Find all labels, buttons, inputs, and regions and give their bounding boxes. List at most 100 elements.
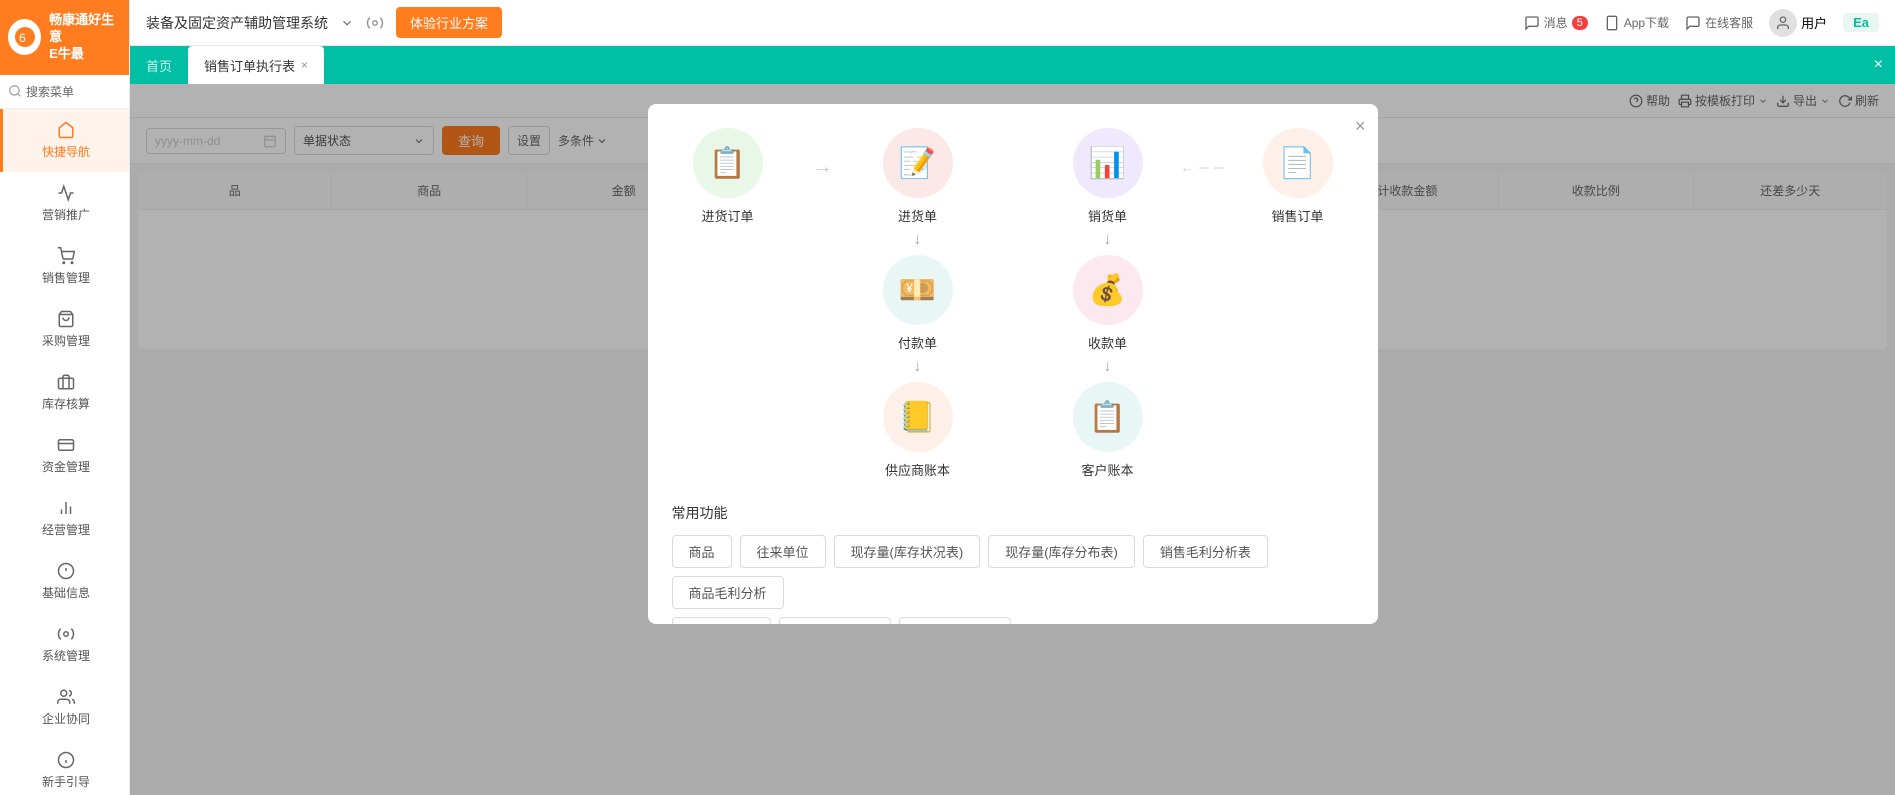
arrow-down-receipt: ↓: [1104, 231, 1112, 249]
supplier-ledger-icon: 📒: [883, 382, 953, 452]
sidebar-item-quick-nav[interactable]: 快捷导航: [0, 109, 129, 172]
user-badge: Ea: [1843, 13, 1879, 32]
func-buttons-row1: 商品 往来单位 现存量(库存状况表) 现存量(库存分布表) 销售毛利分析表 商品…: [672, 535, 1354, 609]
modal-overlay[interactable]: × 📋 进货订单 →: [130, 84, 1895, 795]
flow-receipt[interactable]: 💰 收款单: [1073, 255, 1143, 352]
sidebar-item-basic[interactable]: 基础信息: [0, 550, 129, 613]
purchase-bill-label: 进货单: [898, 206, 937, 225]
main-content: 装备及固定资产辅助管理系统 体验行业方案 消息 5 App下载 在线客服: [130, 0, 1895, 795]
online-service-label: 在线客服: [1705, 14, 1753, 31]
online-service-btn[interactable]: 在线客服: [1685, 14, 1753, 31]
customer-ledger-icon: 📋: [1073, 382, 1143, 452]
tab-close-all[interactable]: ×: [1862, 56, 1895, 74]
sidebar-item-cooperation[interactable]: 企业协同: [0, 676, 129, 739]
message-btn[interactable]: 消息 5: [1524, 14, 1588, 31]
common-functions: 常用功能 商品 往来单位 现存量(库存状况表) 现存量(库存分布表) 销售毛利分…: [672, 503, 1354, 624]
search-label: 搜索菜单: [26, 83, 74, 100]
app-header: 装备及固定资产辅助管理系统 体验行业方案 消息 5 App下载 在线客服: [130, 0, 1895, 46]
app-download-label: App下载: [1624, 14, 1669, 31]
flow-sale-bill[interactable]: 📊 销货单: [1073, 128, 1143, 225]
sidebar-item-finance[interactable]: 资金管理: [0, 424, 129, 487]
avatar: [1769, 9, 1797, 37]
func-btn-sale-rank[interactable]: 销售排行榜: [672, 617, 771, 624]
logo-icon: 6: [8, 19, 41, 55]
sidebar-item-label: 企业协同: [42, 710, 90, 727]
func-buttons-row2: 销售排行榜 收款情况统计 付款情况统计: [672, 617, 1354, 624]
sidebar-item-operations[interactable]: 经营管理: [0, 487, 129, 550]
sidebar-item-label: 新手引导: [42, 773, 90, 790]
func-btn-stock-dist[interactable]: 现存量(库存分布表): [988, 535, 1135, 568]
tab-close-icon[interactable]: ×: [301, 58, 308, 72]
system-dropdown[interactable]: [340, 16, 354, 30]
user-label: 用户: [1801, 13, 1827, 32]
arrow-down-customer: ↓: [1104, 358, 1112, 376]
sidebar-item-sales[interactable]: 销售管理: [0, 235, 129, 298]
sale-bill-label: 销货单: [1088, 206, 1127, 225]
sale-bill-icon: 📊: [1073, 128, 1143, 198]
arrow-down-payment: ↓: [914, 231, 922, 249]
sidebar-item-label: 基础信息: [42, 584, 90, 601]
quick-nav-modal: × 📋 进货订单 →: [648, 104, 1378, 624]
supplier-ledger-label: 供应商账本: [885, 460, 950, 479]
modal-close-btn[interactable]: ×: [1355, 116, 1366, 137]
settings-icon[interactable]: [366, 14, 384, 32]
sidebar-item-inventory[interactable]: 库存核算: [0, 361, 129, 424]
func-btn-stock-status[interactable]: 现存量(库存状况表): [834, 535, 981, 568]
func-btn-sale-profit[interactable]: 销售毛利分析表: [1143, 535, 1268, 568]
flow-customer-ledger[interactable]: 📋 客户账本: [1073, 382, 1143, 479]
customer-ledger-label: 客户账本: [1081, 460, 1133, 479]
try-btn[interactable]: 体验行业方案: [396, 7, 502, 38]
payment-icon: 💴: [883, 255, 953, 325]
flow-payment[interactable]: 💴 付款单: [883, 255, 953, 352]
flow-purchase-order[interactable]: 📋 进货订单: [693, 128, 763, 225]
system-title: 装备及固定资产辅助管理系统: [146, 13, 328, 33]
func-btn-product[interactable]: 商品: [672, 535, 732, 568]
func-btn-receipt-stat[interactable]: 收款情况统计: [779, 617, 891, 624]
sidebar: 6 畅康通好生意 E牛最 搜索菜单 快捷导航 营销推广 销售管理: [0, 0, 130, 795]
sidebar-item-label: 经营管理: [42, 521, 90, 538]
sidebar-item-label: 采购管理: [42, 332, 90, 349]
sidebar-item-guide[interactable]: 新手引导: [0, 739, 129, 795]
flow-supplier-ledger[interactable]: 📒 供应商账本: [883, 382, 953, 479]
tab-home[interactable]: 首页: [130, 46, 188, 84]
header-actions: 消息 5 App下载 在线客服 用户 Ea: [1524, 9, 1879, 37]
message-label: 消息: [1544, 14, 1568, 31]
sidebar-item-system[interactable]: 系统管理: [0, 613, 129, 676]
purchase-bill-icon: 📝: [883, 128, 953, 198]
svg-text:6: 6: [19, 31, 26, 45]
arrow-down-supplier: ↓: [914, 358, 922, 376]
purchase-order-icon: 📋: [693, 128, 763, 198]
arrow-sale-dashed: ← ─ ─: [1181, 160, 1225, 175]
sidebar-item-label: 营销推广: [42, 206, 90, 223]
app-download-btn[interactable]: App下载: [1604, 14, 1669, 31]
flow-diagram: 📋 进货订单 → 📝 进货单: [672, 128, 1354, 479]
sidebar-item-label: 库存核算: [42, 395, 90, 412]
message-badge: 5: [1572, 16, 1588, 30]
sidebar-item-marketing[interactable]: 营销推广: [0, 172, 129, 235]
sidebar-item-label: 系统管理: [42, 647, 90, 664]
common-functions-title: 常用功能: [672, 503, 1354, 523]
func-btn-partner[interactable]: 往来单位: [740, 535, 826, 568]
sidebar-nav: 快捷导航 营销推广 销售管理 采购管理 库存核算 资金管理: [0, 109, 129, 795]
user-area[interactable]: 用户: [1769, 9, 1827, 37]
flow-sale-order[interactable]: 📄 销售订单: [1263, 128, 1333, 225]
sale-order-label: 销售订单: [1271, 206, 1323, 225]
payment-label: 付款单: [898, 333, 937, 352]
sidebar-item-label: 销售管理: [42, 269, 90, 286]
tab-sales-order[interactable]: 销售订单执行表 ×: [188, 46, 324, 84]
logo-text: 畅康通好生意 E牛最: [49, 12, 121, 63]
flow-purchase-bill[interactable]: 📝 进货单: [883, 128, 953, 225]
sidebar-item-purchase[interactable]: 采购管理: [0, 298, 129, 361]
sidebar-item-label: 资金管理: [42, 458, 90, 475]
page-content: 帮助 按模板打印 导出 刷新: [130, 84, 1895, 795]
tab-home-label: 首页: [146, 56, 172, 75]
func-btn-product-profit[interactable]: 商品毛利分析: [672, 576, 784, 609]
sale-order-icon: 📄: [1263, 128, 1333, 198]
receipt-label: 收款单: [1088, 333, 1127, 352]
sidebar-item-label: 快捷导航: [42, 143, 90, 160]
sidebar-logo: 6 畅康通好生意 E牛最: [0, 0, 129, 75]
sidebar-search[interactable]: 搜索菜单: [0, 75, 129, 109]
tab-sales-order-label: 销售订单执行表: [204, 56, 295, 75]
tab-bar: 首页 销售订单执行表 × ×: [130, 46, 1895, 84]
func-btn-payment-stat[interactable]: 付款情况统计: [899, 617, 1011, 624]
